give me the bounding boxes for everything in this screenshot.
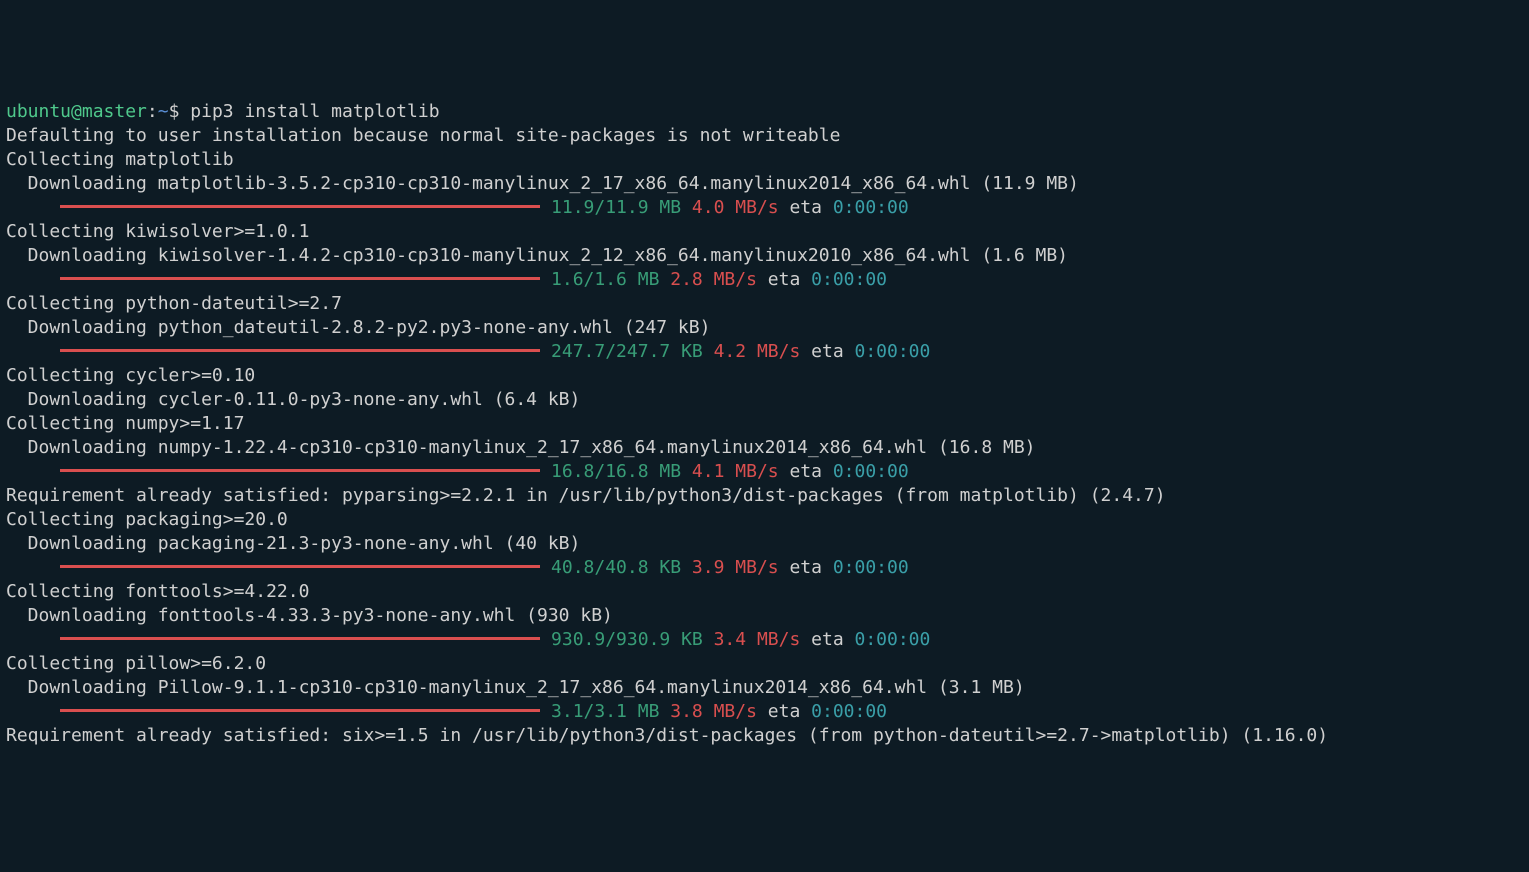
output-line: Collecting numpy>=1.17 bbox=[6, 413, 244, 434]
progress-speed: 2.8 MB/s bbox=[670, 269, 757, 290]
output-line: Downloading Pillow-9.1.1-cp310-cp310-man… bbox=[6, 677, 1025, 698]
progress-speed: 4.0 MB/s bbox=[692, 197, 779, 218]
progress-indent bbox=[6, 557, 60, 578]
output-line: Collecting fonttools>=4.22.0 bbox=[6, 581, 309, 602]
progress-eta-label: eta bbox=[789, 461, 822, 482]
progress-eta: 0:00:00 bbox=[833, 197, 909, 218]
output-line: Collecting matplotlib bbox=[6, 149, 234, 170]
progress-speed: 3.8 MB/s bbox=[670, 701, 757, 722]
progress-bar bbox=[60, 205, 540, 208]
progress-size: 1.6/1.6 MB bbox=[551, 269, 659, 290]
progress-line-fonttools: 930.9/930.9 KB 3.4 MB/s eta 0:00:00 bbox=[6, 629, 930, 650]
prompt-at: @ bbox=[71, 101, 82, 122]
progress-line-matplotlib: 11.9/11.9 MB 4.0 MB/s eta 0:00:00 bbox=[6, 197, 909, 218]
progress-size: 11.9/11.9 MB bbox=[551, 197, 681, 218]
prompt-path: ~ bbox=[158, 101, 169, 122]
prompt-line: ubuntu@master:~$ pip3 install matplotlib bbox=[6, 101, 440, 122]
progress-line-dateutil: 247.7/247.7 KB 4.2 MB/s eta 0:00:00 bbox=[6, 341, 930, 362]
output-line: Downloading cycler-0.11.0-py3-none-any.w… bbox=[6, 389, 580, 410]
progress-eta-label: eta bbox=[811, 629, 844, 650]
progress-size: 16.8/16.8 MB bbox=[551, 461, 681, 482]
prompt-host: master bbox=[82, 101, 147, 122]
progress-eta: 0:00:00 bbox=[833, 461, 909, 482]
progress-bar bbox=[60, 637, 540, 640]
output-line: Downloading fonttools-4.33.3-py3-none-an… bbox=[6, 605, 613, 626]
progress-indent bbox=[6, 701, 60, 722]
progress-eta: 0:00:00 bbox=[833, 557, 909, 578]
progress-line-numpy: 16.8/16.8 MB 4.1 MB/s eta 0:00:00 bbox=[6, 461, 909, 482]
progress-bar bbox=[60, 277, 540, 280]
progress-size: 40.8/40.8 KB bbox=[551, 557, 681, 578]
progress-indent bbox=[6, 461, 60, 482]
output-line: Downloading numpy-1.22.4-cp310-cp310-man… bbox=[6, 437, 1036, 458]
output-line: Requirement already satisfied: six>=1.5 … bbox=[6, 725, 1328, 746]
progress-eta: 0:00:00 bbox=[811, 269, 887, 290]
progress-line-pillow: 3.1/3.1 MB 3.8 MB/s eta 0:00:00 bbox=[6, 701, 887, 722]
progress-speed: 3.9 MB/s bbox=[692, 557, 779, 578]
progress-line-kiwisolver: 1.6/1.6 MB 2.8 MB/s eta 0:00:00 bbox=[6, 269, 887, 290]
output-line: Collecting pillow>=6.2.0 bbox=[6, 653, 266, 674]
progress-speed: 4.2 MB/s bbox=[714, 341, 801, 362]
progress-eta-label: eta bbox=[789, 197, 822, 218]
output-line: Collecting packaging>=20.0 bbox=[6, 509, 288, 530]
progress-line-packaging: 40.8/40.8 KB 3.9 MB/s eta 0:00:00 bbox=[6, 557, 909, 578]
output-line: Collecting kiwisolver>=1.0.1 bbox=[6, 221, 309, 242]
progress-eta: 0:00:00 bbox=[855, 341, 931, 362]
progress-size: 247.7/247.7 KB bbox=[551, 341, 703, 362]
command-text: pip3 install matplotlib bbox=[190, 101, 439, 122]
progress-bar bbox=[60, 709, 540, 712]
prompt-colon: : bbox=[147, 101, 158, 122]
output-line: Downloading packaging-21.3-py3-none-any.… bbox=[6, 533, 580, 554]
prompt-user: ubuntu bbox=[6, 101, 71, 122]
output-line: Downloading kiwisolver-1.4.2-cp310-cp310… bbox=[6, 245, 1068, 266]
output-line: Collecting cycler>=0.10 bbox=[6, 365, 255, 386]
progress-bar bbox=[60, 565, 540, 568]
output-line: Downloading python_dateutil-2.8.2-py2.py… bbox=[6, 317, 710, 338]
output-line: Downloading matplotlib-3.5.2-cp310-cp310… bbox=[6, 173, 1079, 194]
progress-indent bbox=[6, 341, 60, 362]
output-line: Collecting python-dateutil>=2.7 bbox=[6, 293, 342, 314]
progress-eta-label: eta bbox=[789, 557, 822, 578]
progress-indent bbox=[6, 197, 60, 218]
progress-eta: 0:00:00 bbox=[855, 629, 931, 650]
progress-size: 930.9/930.9 KB bbox=[551, 629, 703, 650]
output-line: Requirement already satisfied: pyparsing… bbox=[6, 485, 1166, 506]
prompt-dollar: $ bbox=[169, 101, 191, 122]
progress-eta-label: eta bbox=[811, 341, 844, 362]
progress-indent bbox=[6, 269, 60, 290]
progress-bar bbox=[60, 469, 540, 472]
progress-speed: 3.4 MB/s bbox=[714, 629, 801, 650]
output-line: Defaulting to user installation because … bbox=[6, 125, 840, 146]
progress-eta: 0:00:00 bbox=[811, 701, 887, 722]
progress-eta-label: eta bbox=[768, 269, 801, 290]
progress-size: 3.1/3.1 MB bbox=[551, 701, 659, 722]
progress-indent bbox=[6, 629, 60, 650]
progress-bar bbox=[60, 349, 540, 352]
progress-speed: 4.1 MB/s bbox=[692, 461, 779, 482]
progress-eta-label: eta bbox=[768, 701, 801, 722]
